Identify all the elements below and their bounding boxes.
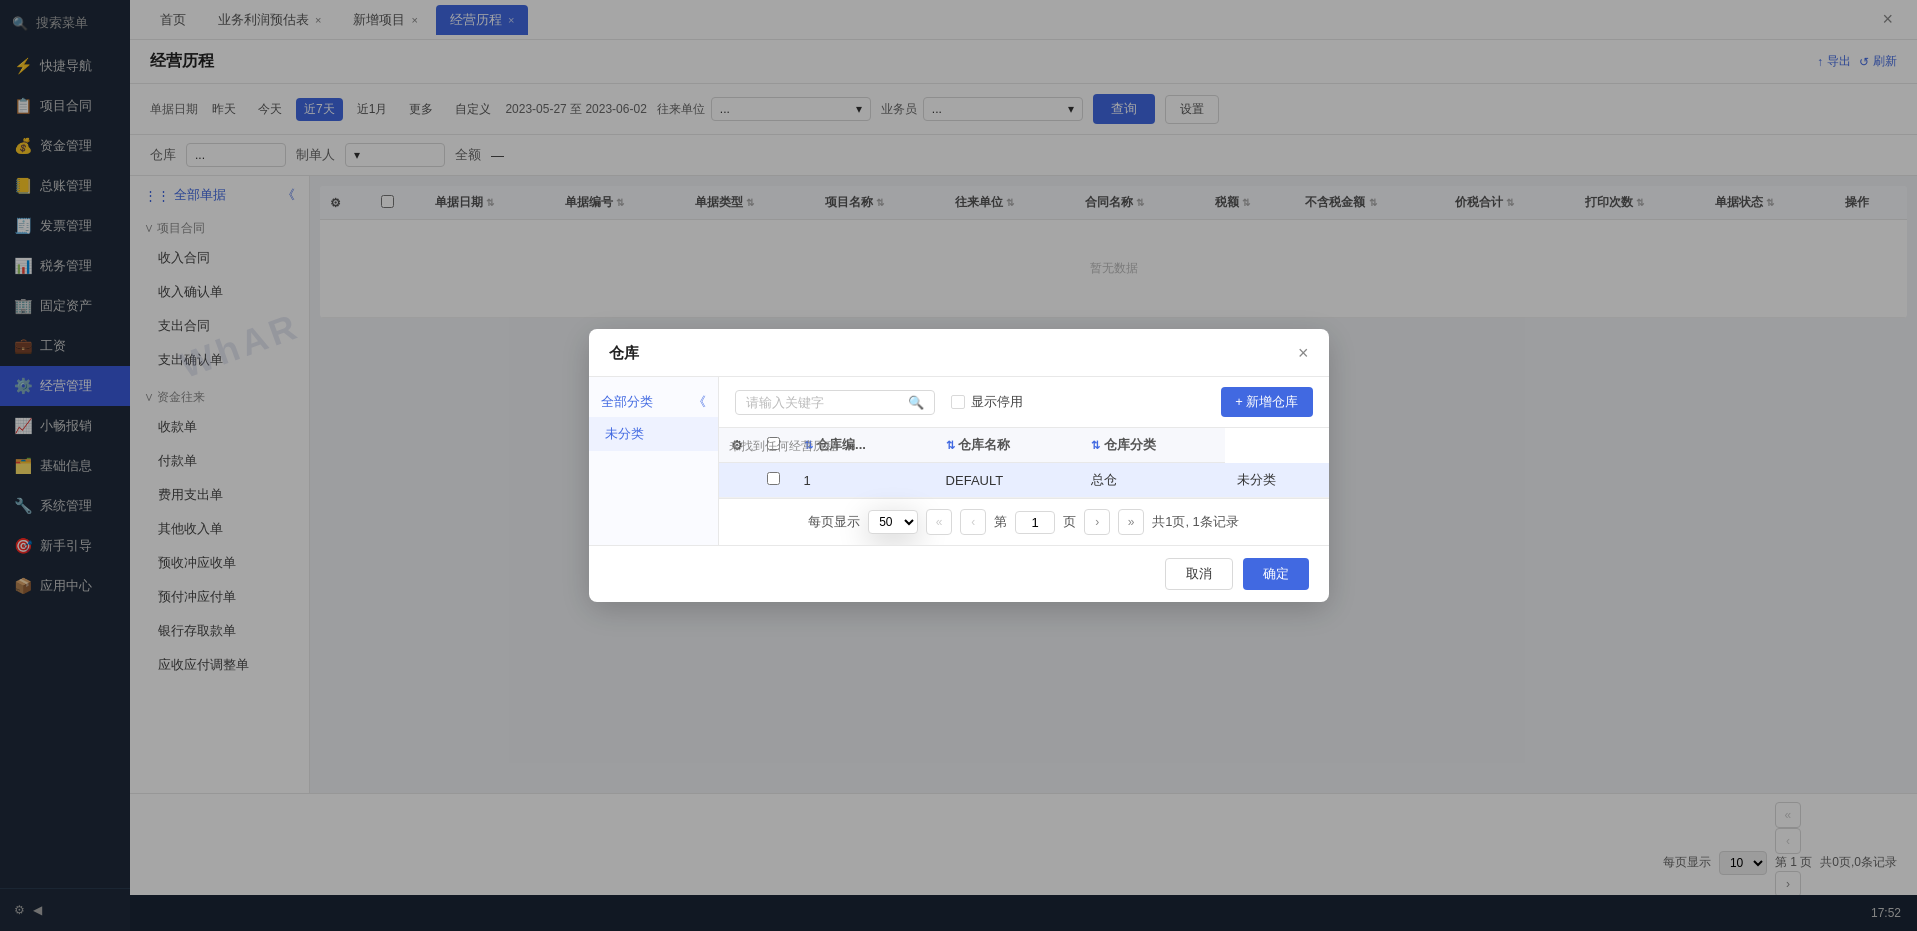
modal-last-page-btn[interactable]: » xyxy=(1118,509,1144,535)
modal-search-icon: 🔍 xyxy=(908,395,924,410)
row-name-cell: 总仓 xyxy=(1079,463,1225,498)
modal-actions: 取消 确定 xyxy=(589,545,1329,602)
modal-left-header: 全部分类 《 xyxy=(589,387,718,417)
modal-search-input[interactable] xyxy=(746,395,902,410)
modal-pagination: 每页显示 50 20 10 « ‹ 第 页 › » 共1页, 1条记录 xyxy=(719,498,1329,545)
modal-first-page-btn[interactable]: « xyxy=(926,509,952,535)
show-disabled-label: 显示停用 xyxy=(971,393,1023,411)
modal-prev-page-btn[interactable]: ‹ xyxy=(960,509,986,535)
row-category-cell: 未分类 xyxy=(1225,463,1329,498)
modal-right-panel: 🔍 显示停用 + 新增仓库 未找到任何经营历程 xyxy=(719,377,1329,545)
no-result-text: 未找到任何经营历程 xyxy=(729,438,837,455)
modal-close-button[interactable]: × xyxy=(1298,343,1309,364)
modal-page-end: 页 xyxy=(1063,513,1076,531)
row-num-cell: 1 xyxy=(792,463,934,498)
modal-page-input[interactable] xyxy=(1015,511,1055,534)
modal-title: 仓库 xyxy=(609,344,639,363)
modal-page-size-label: 每页显示 xyxy=(808,513,860,531)
modal-total-label: 共1页, 1条记录 xyxy=(1152,513,1239,531)
modal-header: 仓库 × xyxy=(589,329,1329,377)
modal-table-row[interactable]: 1 DEFAULT 总仓 未分类 xyxy=(719,463,1329,498)
modal-toolbar: 🔍 显示停用 + 新增仓库 xyxy=(719,377,1329,428)
modal-confirm-button[interactable]: 确定 xyxy=(1243,558,1309,590)
modal-all-category-label[interactable]: 全部分类 xyxy=(601,393,653,411)
modal-next-page-btn[interactable]: › xyxy=(1084,509,1110,535)
row-check-cell[interactable] xyxy=(755,463,792,498)
modal-left-panel: 全部分类 《 未分类 xyxy=(589,377,719,545)
show-disabled-toggle: 显示停用 xyxy=(951,393,1023,411)
modal-overlay: 仓库 × 全部分类 《 未分类 xyxy=(0,0,1917,931)
modal-search-box: 🔍 xyxy=(735,390,935,415)
modal-col-category[interactable]: ⇅ 仓库分类 xyxy=(1079,428,1225,463)
modal-body: 全部分类 《 未分类 🔍 xyxy=(589,377,1329,545)
row-checkbox[interactable] xyxy=(767,472,780,485)
modal-col-name[interactable]: ⇅ 仓库名称 xyxy=(934,428,1080,463)
modal-category-unclassified[interactable]: 未分类 xyxy=(589,417,718,451)
sort-category-icon: ⇅ xyxy=(1091,439,1100,451)
show-disabled-checkbox[interactable] xyxy=(951,395,965,409)
modal-page-size-select[interactable]: 50 20 10 xyxy=(868,510,918,534)
modal-page-label: 第 xyxy=(994,513,1007,531)
row-code-cell: DEFAULT xyxy=(934,463,1080,498)
unclassified-label: 未分类 xyxy=(605,426,644,441)
row-settings-cell xyxy=(719,463,755,498)
modal-left-collapse-icon[interactable]: 《 xyxy=(693,393,706,411)
add-warehouse-button[interactable]: + 新增仓库 xyxy=(1221,387,1312,417)
warehouse-modal: 仓库 × 全部分类 《 未分类 xyxy=(589,329,1329,602)
modal-cancel-button[interactable]: 取消 xyxy=(1165,558,1233,590)
sort-name-icon: ⇅ xyxy=(946,439,955,451)
